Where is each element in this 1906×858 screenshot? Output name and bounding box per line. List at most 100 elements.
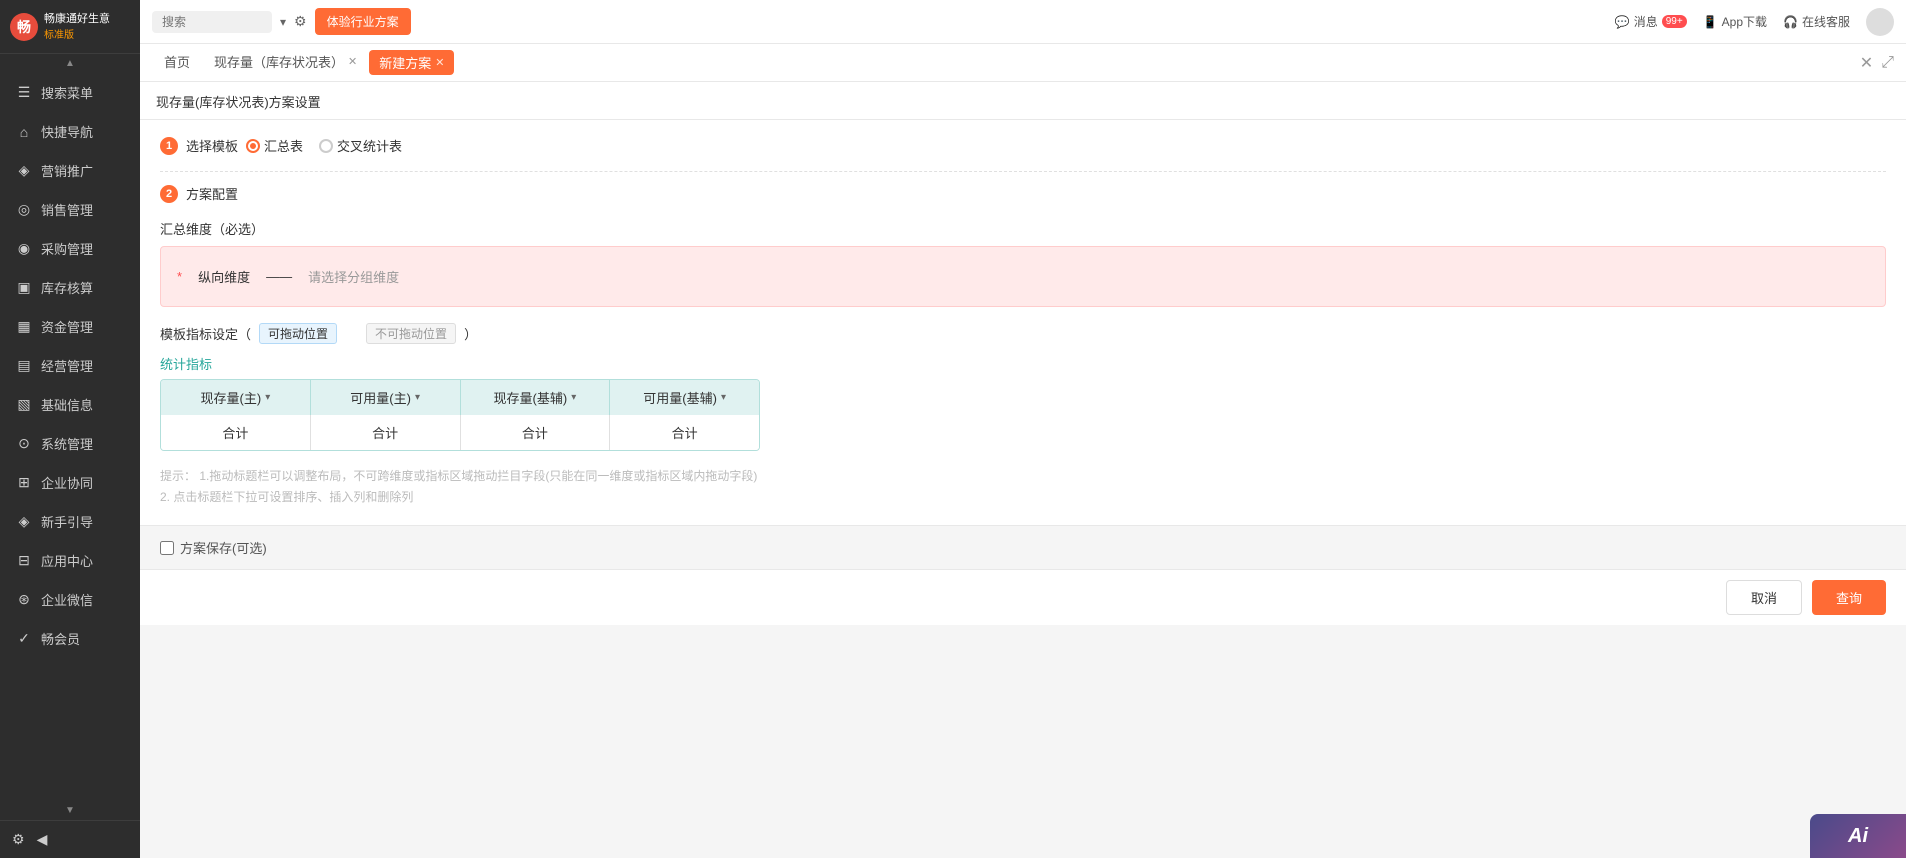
stats-col-header-0[interactable]: 现存量(主) ▾ [161,380,311,415]
inventory-icon: ▣ [15,279,33,296]
tab-inventory-close-icon[interactable]: ✕ [348,55,357,68]
sidebar-item-basic-info[interactable]: ▧ 基础信息 [0,385,140,424]
sidebar-scroll-up[interactable]: ▲ [0,54,140,73]
sidebar-item-marketing[interactable]: ◈ 营销推广 [0,151,140,190]
stats-body-cell-0: 合计 [161,415,311,450]
sidebar-item-corp[interactable]: ⊞ 企业协同 [0,463,140,502]
app-center-icon: ⊟ [15,552,33,569]
sidebar-item-corp-wechat[interactable]: ⊛ 企业微信 [0,580,140,619]
sidebar-item-guide[interactable]: ◈ 新手引导 [0,502,140,541]
system-icon: ⊙ [15,435,33,452]
sidebar-item-label: 搜索菜单 [41,83,93,102]
sidebar-item-system[interactable]: ⊙ 系统管理 [0,424,140,463]
message-label: 消息 [1634,13,1658,30]
dropdown-arrow-icon[interactable]: ▾ [280,15,286,29]
message-icon: 💬 [1615,15,1630,29]
message-badge: 99+ [1662,15,1687,28]
sidebar-item-label: 快捷导航 [41,122,93,141]
sidebar-item-quick-nav[interactable]: ⌂ 快捷导航 [0,112,140,151]
stats-col-label-2: 现存量(基辅) [494,388,568,407]
radio-summary-label: 汇总表 [264,136,303,155]
stats-body-cell-2: 合计 [461,415,611,450]
step1-header: 1 选择模板 汇总表 交叉统计表 [160,136,1886,155]
sidebar-item-sales[interactable]: ◎ 销售管理 [0,190,140,229]
ai-label: Ai [1848,825,1868,848]
sidebar-item-label: 企业微信 [41,590,93,609]
sidebar-item-label: 营销推广 [41,161,93,180]
tab-new-close-icon[interactable]: ✕ [435,56,444,69]
sidebar-item-operations[interactable]: ▤ 经营管理 [0,346,140,385]
tab-home[interactable]: 首页 [152,44,202,82]
page-title: 现存量(库存状况表)方案设置 [156,95,321,110]
radio-cross[interactable]: 交叉统计表 [319,136,402,155]
tab-bar: 首页 现存量（库存状况表） ✕ 新建方案 ✕ ✕ ⤢ [140,44,1906,82]
save-option-label: 方案保存(可选) [180,538,267,557]
radio-cross-label: 交叉统计表 [337,136,402,155]
search-input[interactable] [152,11,272,33]
ai-float-button[interactable]: Ai [1810,814,1906,858]
topbar: ▾ ⚙ 体验行业方案 💬 消息 99+ 📱 App下载 🎧 在线客服 [140,0,1906,44]
sales-icon: ◎ [15,201,33,218]
sidebar-item-finance[interactable]: ▦ 资金管理 [0,307,140,346]
stats-col-header-1[interactable]: 可用量(主) ▾ [311,380,461,415]
user-avatar[interactable] [1866,8,1894,36]
radio-summary[interactable]: 汇总表 [246,136,303,155]
stats-col-header-3[interactable]: 可用量(基辅) ▾ [610,380,759,415]
sidebar-item-member[interactable]: ✓ 畅会员 [0,619,140,658]
query-button[interactable]: 查询 [1812,580,1886,615]
dimension-placeholder: 请选择分组维度 [308,267,399,286]
sidebar-item-label: 企业协同 [41,473,93,492]
cancel-button[interactable]: 取消 [1726,580,1802,615]
member-icon: ✓ [15,630,33,647]
required-asterisk: * [177,269,182,284]
dimension-section-title: 汇总维度（必选） [160,219,1886,238]
radio-summary-dot [246,139,260,153]
chevron-down-icon-1: ▾ [415,392,420,403]
window-close-icon[interactable]: ✕ [1860,53,1873,73]
step2-section: 2 方案配置 汇总维度（必选） * 纵向维度 —— 请选择分组维度 模板指标设定… [160,184,1886,505]
fixed-indicator: 不可拖动位置 [366,323,456,344]
volume-icon[interactable]: ◀ [37,831,48,848]
online-service-item[interactable]: 🎧 在线客服 [1783,13,1850,30]
sidebar-item-purchase[interactable]: ◉ 采购管理 [0,229,140,268]
purchase-icon: ◉ [15,240,33,257]
tab-new[interactable]: 新建方案 ✕ [369,50,454,75]
sidebar-nav: ☰ 搜索菜单 ⌂ 快捷导航 ◈ 营销推广 ◎ 销售管理 ◉ 采购管理 ▣ 库存核… [0,73,140,801]
app-download-item[interactable]: 📱 App下载 [1703,13,1767,30]
dimension-label: 汇总维度（必选） [160,222,264,237]
sidebar-item-label: 基础信息 [41,395,93,414]
sidebar-item-inventory[interactable]: ▣ 库存核算 [0,268,140,307]
dimension-area[interactable]: * 纵向维度 —— 请选择分组维度 [160,246,1886,307]
settings-gear-icon[interactable]: ⚙ [294,13,307,30]
sidebar-item-search-menu[interactable]: ☰ 搜索菜单 [0,73,140,112]
step2-number: 2 [160,185,178,203]
stats-col-label-1: 可用量(主) [350,388,411,407]
sidebar-item-app-center[interactable]: ⊟ 应用中心 [0,541,140,580]
sidebar: 畅 畅康通好生意 标准版 ▲ ☰ 搜索菜单 ⌂ 快捷导航 ◈ 营销推广 ◎ 销售… [0,0,140,858]
corp-wechat-icon: ⊛ [15,591,33,608]
settings-icon[interactable]: ⚙ [12,831,25,848]
phone-icon: 📱 [1703,15,1718,29]
save-checkbox[interactable] [160,541,174,555]
logo-icon: 畅 [10,13,38,41]
step1-number: 1 [160,137,178,155]
message-item[interactable]: 💬 消息 99+ [1615,13,1687,30]
sidebar-scroll-down[interactable]: ▼ [0,801,140,820]
tab-new-label: 新建方案 [379,53,431,72]
stats-body-cell-3: 合计 [610,415,759,450]
vertical-dimension-label: 纵向维度 [198,267,250,286]
template-indicators-prefix: 模板指标设定（ [160,324,251,343]
step2-header: 2 方案配置 [160,184,1886,203]
radio-cross-dot [319,139,333,153]
tab-inventory[interactable]: 现存量（库存状况表） ✕ [202,44,369,82]
sidebar-item-label: 应用中心 [41,551,93,570]
chevron-down-icon-2: ▾ [571,392,576,403]
industry-solution-button[interactable]: 体验行业方案 [315,8,411,35]
sidebar-item-label: 经营管理 [41,356,93,375]
step2-title: 方案配置 [186,184,238,203]
sidebar-item-label: 资金管理 [41,317,93,336]
stats-col-header-2[interactable]: 现存量(基辅) ▾ [461,380,611,415]
footer-bar: 取消 查询 [140,569,1906,625]
window-expand-icon[interactable]: ⤢ [1881,54,1894,72]
hints-section: 提示： 1.拖动标题栏可以调整布局，不可跨维度或指标区域拖动拦目字段(只能在同一… [160,467,1886,505]
